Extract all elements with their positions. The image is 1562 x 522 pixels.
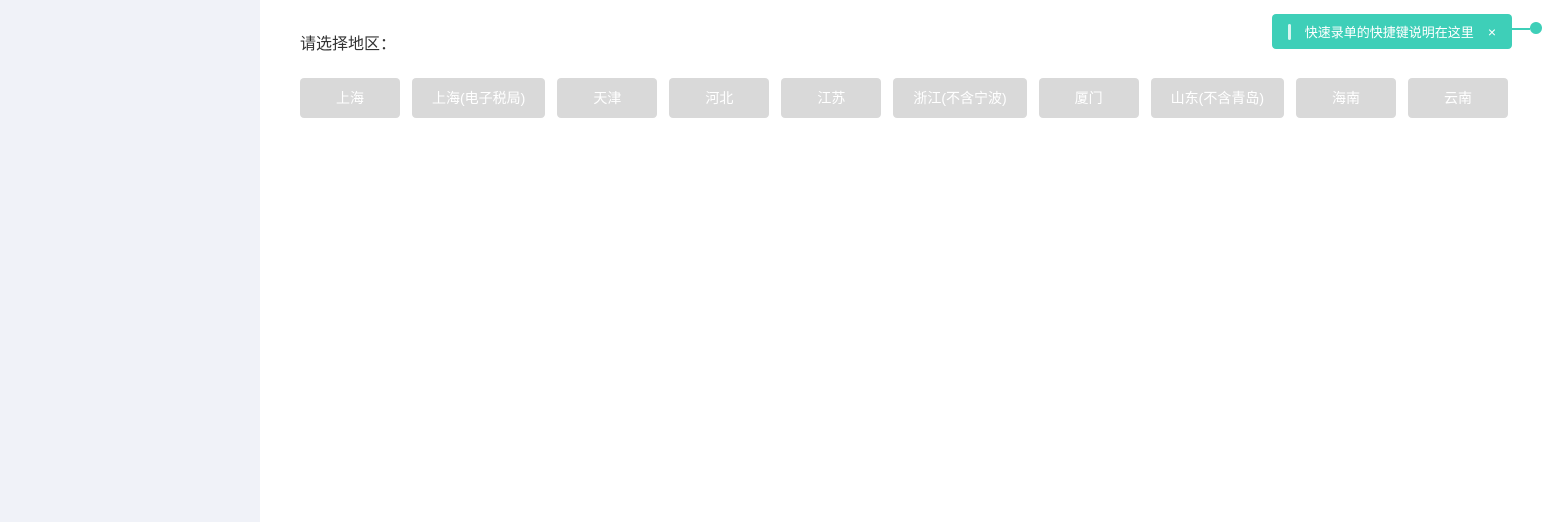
tooltip-banner: 快速录单的快捷键说明在这里 × [1272,14,1512,49]
region-btn-zhejiang[interactable]: 浙江(不含宁波) [893,78,1026,118]
region-btn-xiamen[interactable]: 厦门 [1039,78,1139,118]
main-content: 请选择地区： 上海 上海(电子税局) 天津 河北 江苏 浙江(不含宁波) 厦门 … [260,0,1562,522]
left-sidebar [0,0,260,522]
tooltip-text: 快速录单的快捷键说明在这里 [1305,22,1474,41]
tooltip-close-button[interactable]: × [1488,24,1496,40]
region-btn-yunnan[interactable]: 云南 [1408,78,1508,118]
region-buttons: 上海 上海(电子税局) 天津 河北 江苏 浙江(不含宁波) 厦门 山东(不含青岛… [300,78,1522,118]
region-btn-jiangsu[interactable]: 江苏 [781,78,881,118]
region-btn-hebei[interactable]: 河北 [669,78,769,118]
tooltip-line [1510,28,1530,30]
tooltip-dot [1530,22,1542,34]
region-btn-shanghai-etax[interactable]: 上海(电子税局) [412,78,545,118]
region-btn-tianjin[interactable]: 天津 [557,78,657,118]
region-btn-shandong[interactable]: 山东(不含青岛) [1151,78,1284,118]
region-btn-hainan[interactable]: 海南 [1296,78,1396,118]
region-btn-shanghai[interactable]: 上海 [300,78,400,118]
